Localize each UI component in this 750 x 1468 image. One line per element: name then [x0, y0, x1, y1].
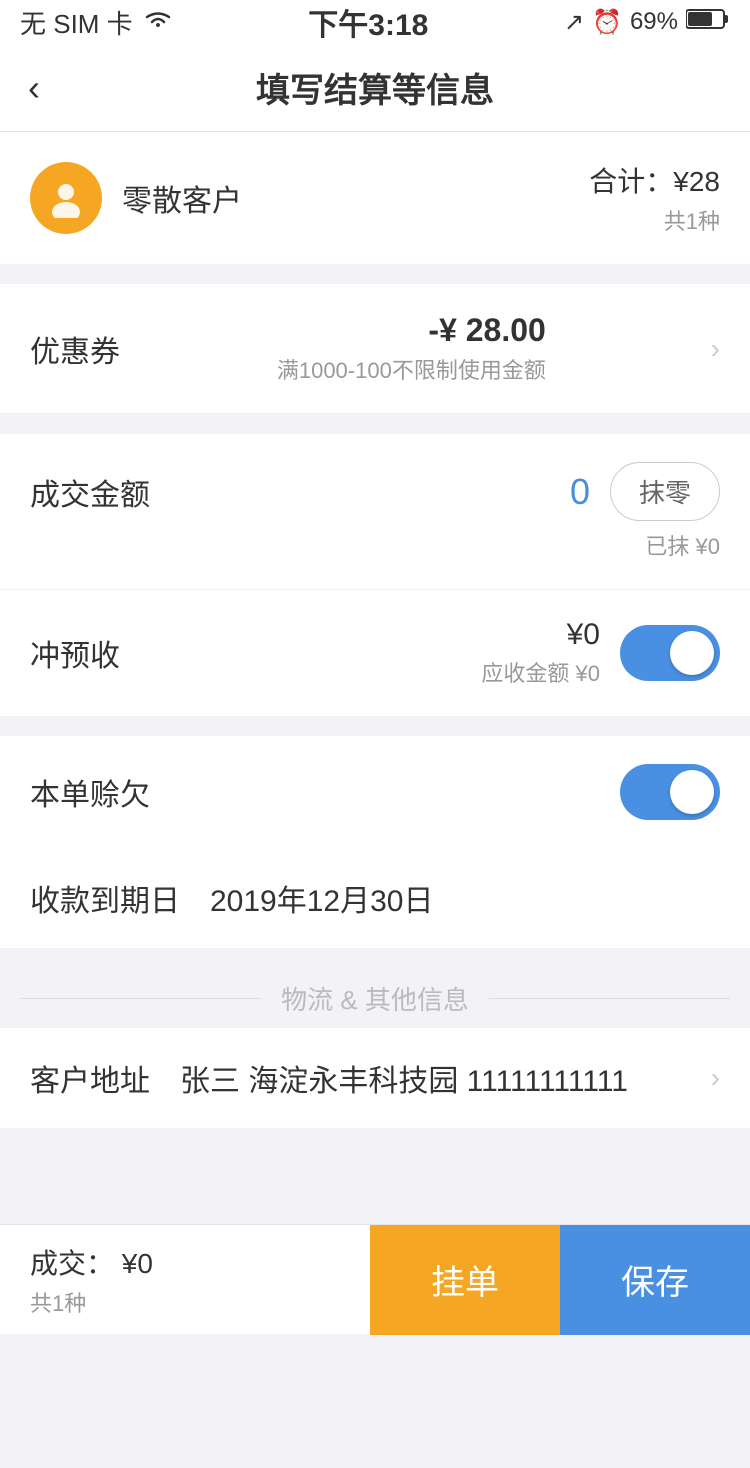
- customer-name: 零散客户: [122, 176, 242, 220]
- address-label: 客户地址: [30, 1056, 150, 1100]
- debt-section: 本单赊欠 收款到期日 2019年12月30日: [0, 736, 750, 948]
- prepay-label: 冲预收: [30, 631, 120, 675]
- customer-total: 合计：¥28: [589, 160, 720, 200]
- transaction-label: 成交金额: [30, 470, 150, 514]
- logistics-separator: 物流 & 其他信息: [0, 968, 750, 1028]
- customer-left: 零散客户: [30, 162, 242, 234]
- page-title: 填写结算等信息: [256, 63, 494, 112]
- prepay-sub: 应收金额 ¥0: [481, 656, 600, 688]
- footer-count: 共1种: [30, 1286, 340, 1318]
- footer-info: 成交： ¥0 共1种: [0, 1242, 370, 1318]
- prepay-right: ¥0 应收金额 ¥0: [481, 618, 720, 688]
- coupon-section: 优惠券 -¥ 28.00 满1000-100不限制使用金额 ›: [0, 284, 750, 414]
- status-left: 无 SIM 卡: [20, 4, 173, 41]
- save-button[interactable]: 保存: [560, 1225, 750, 1335]
- footer: 成交： ¥0 共1种 挂单 保存: [0, 1224, 750, 1334]
- debt-toggle[interactable]: [620, 764, 720, 820]
- battery-label: 69%: [630, 8, 678, 36]
- toggle-knob: [670, 631, 714, 675]
- coupon-desc: 满1000-100不限制使用金额: [277, 353, 546, 385]
- amount-row: 成交金额 0 抹零 已抹 ¥0: [0, 434, 750, 590]
- logistics-line-left: [20, 998, 261, 999]
- status-time: 下午3:18: [308, 0, 428, 44]
- debt-toggle-knob: [670, 770, 714, 814]
- logistics-label: 物流 & 其他信息: [281, 980, 469, 1017]
- coupon-amount: -¥ 28.00: [277, 312, 546, 349]
- coupon-right: -¥ 28.00 满1000-100不限制使用金额: [277, 312, 546, 385]
- round-button[interactable]: 抹零: [610, 462, 720, 521]
- customer-row: 零散客户 合计：¥28 共1种: [0, 132, 750, 264]
- prepay-toggle[interactable]: [620, 625, 720, 681]
- prepay-amount: ¥0: [481, 618, 600, 652]
- hang-button[interactable]: 挂单: [370, 1225, 560, 1335]
- due-date-label: 收款到期日: [30, 876, 180, 920]
- due-date-value: 2019年12月30日: [210, 876, 433, 920]
- address-value: 张三 海淀永丰科技园 11111111111: [180, 1056, 703, 1100]
- due-date-row: 收款到期日 2019年12月30日: [0, 848, 750, 948]
- coupon-chevron-icon: ›: [711, 333, 720, 365]
- address-section: 客户地址 张三 海淀永丰科技园 11111111111 ›: [0, 1028, 750, 1128]
- nav-bar: ‹ 填写结算等信息: [0, 44, 750, 132]
- transaction-section: 成交金额 0 抹零 已抹 ¥0 冲预收 ¥0 应收金额 ¥0: [0, 434, 750, 716]
- prepay-row: 冲预收 ¥0 应收金额 ¥0: [0, 590, 750, 716]
- address-row[interactable]: 客户地址 张三 海淀永丰科技园 11111111111 ›: [0, 1028, 750, 1128]
- coupon-row[interactable]: 优惠券 -¥ 28.00 满1000-100不限制使用金额 ›: [0, 284, 750, 414]
- status-bar: 无 SIM 卡 下午3:18 ↗ ⏰ 69%: [0, 0, 750, 44]
- prepay-values: ¥0 应收金额 ¥0: [481, 618, 600, 688]
- location-icon: ↗: [564, 8, 584, 37]
- logistics-line-right: [489, 998, 730, 999]
- avatar: [30, 162, 102, 234]
- footer-deal: 成交： ¥0: [30, 1242, 340, 1282]
- battery-icon: [686, 8, 730, 37]
- wifi-icon: [143, 7, 173, 38]
- transaction-value: 0: [570, 471, 590, 513]
- carrier-label: 无 SIM 卡: [20, 4, 133, 41]
- alarm-icon: ⏰: [592, 8, 622, 37]
- customer-count: 共1种: [589, 204, 720, 236]
- customer-right: 合计：¥28 共1种: [589, 160, 720, 236]
- address-chevron-icon: ›: [711, 1062, 720, 1094]
- coupon-label: 优惠券: [30, 327, 120, 371]
- customer-section: 零散客户 合计：¥28 共1种: [0, 132, 750, 264]
- amount-right: 0 抹零: [570, 462, 720, 521]
- transaction-sub: 已抹 ¥0: [30, 529, 720, 561]
- back-button[interactable]: ‹: [28, 67, 40, 109]
- status-right: ↗ ⏰ 69%: [564, 8, 730, 37]
- debt-label: 本单赊欠: [30, 770, 150, 814]
- debt-row: 本单赊欠: [0, 736, 750, 848]
